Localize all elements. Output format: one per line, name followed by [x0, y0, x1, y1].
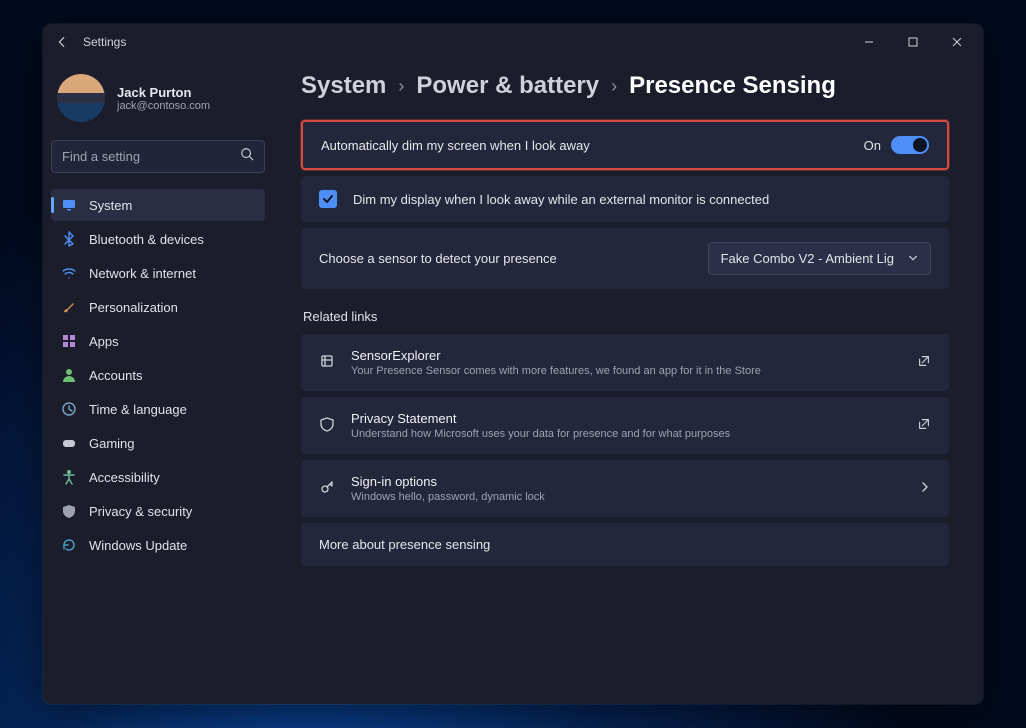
external-monitor-label: Dim my display when I look away while an… [353, 192, 769, 207]
related-link-privacy-statement[interactable]: Privacy Statement Understand how Microsof… [301, 397, 949, 454]
chevron-down-icon [908, 251, 918, 266]
bluetooth-icon [61, 231, 77, 247]
sidebar-item-label: System [89, 198, 132, 213]
external-monitor-card[interactable]: Dim my display when I look away while an… [301, 176, 949, 222]
settings-window: Settings Jack Purton jack@contoso.com [43, 24, 983, 704]
toggle-state-text: On [864, 138, 881, 153]
titlebar: Settings [43, 24, 983, 60]
search-box[interactable] [51, 140, 265, 173]
sidebar-item-accessibility[interactable]: Accessibility [51, 461, 265, 493]
sidebar-item-gaming[interactable]: Gaming [51, 427, 265, 459]
link-lead-icon [319, 416, 335, 435]
sidebar-item-label: Apps [89, 334, 119, 349]
sidebar-item-apps[interactable]: Apps [51, 325, 265, 357]
chevron-right-icon: › [398, 76, 404, 97]
breadcrumb: System › Power & battery › Presence Sens… [301, 72, 949, 100]
search-input[interactable] [62, 149, 240, 164]
avatar [57, 74, 105, 122]
sidebar-item-label: Network & internet [89, 266, 196, 281]
sidebar-item-personalization[interactable]: Personalization [51, 291, 265, 323]
breadcrumb-current: Presence Sensing [629, 72, 836, 100]
profile-block[interactable]: Jack Purton jack@contoso.com [51, 66, 265, 136]
brush-icon [61, 299, 77, 315]
sidebar-item-label: Windows Update [89, 538, 187, 553]
window-controls [847, 27, 979, 57]
apps-icon [61, 333, 77, 349]
chevron-right-icon [919, 481, 931, 496]
sidebar-item-label: Time & language [89, 402, 187, 417]
update-icon [61, 537, 77, 553]
close-button[interactable] [935, 27, 979, 57]
display-icon [61, 197, 77, 213]
profile-name: Jack Purton [117, 85, 210, 100]
sidebar-item-windows-update[interactable]: Windows Update [51, 529, 265, 561]
sidebar-item-label: Accessibility [89, 470, 160, 485]
sensor-select-label: Choose a sensor to detect your presence [319, 251, 557, 266]
accessibility-icon [61, 469, 77, 485]
related-links-title: Related links [303, 309, 949, 324]
auto-dim-card: Automatically dim my screen when I look … [301, 120, 949, 170]
breadcrumb-power[interactable]: Power & battery [416, 72, 599, 100]
link-title: SensorExplorer [351, 348, 901, 363]
shield-icon [61, 503, 77, 519]
sidebar: Jack Purton jack@contoso.com System Bluet… [43, 60, 273, 704]
breadcrumb-system[interactable]: System [301, 72, 386, 100]
sidebar-item-privacy-security[interactable]: Privacy & security [51, 495, 265, 527]
minimize-button[interactable] [847, 27, 891, 57]
more-about-card[interactable]: More about presence sensing [301, 523, 949, 566]
auto-dim-label: Automatically dim my screen when I look … [321, 138, 848, 153]
wifi-icon [61, 265, 77, 281]
open-external-icon [917, 417, 931, 434]
profile-email: jack@contoso.com [117, 100, 210, 112]
link-title: Privacy Statement [351, 411, 901, 426]
link-lead-icon [319, 479, 335, 498]
sidebar-item-accounts[interactable]: Accounts [51, 359, 265, 391]
sidebar-item-network-internet[interactable]: Network & internet [51, 257, 265, 289]
related-link-sign-in-options[interactable]: Sign-in options Windows hello, password, … [301, 460, 949, 517]
related-links-list: SensorExplorer Your Presence Sensor comes… [301, 334, 949, 517]
back-button[interactable] [55, 35, 69, 49]
more-about-label: More about presence sensing [319, 537, 490, 552]
nav-list: System Bluetooth & devices Network & inter… [51, 189, 265, 561]
sensor-select-card: Choose a sensor to detect your presence … [301, 228, 949, 289]
external-monitor-checkbox[interactable] [319, 190, 337, 208]
app-title: Settings [83, 35, 126, 49]
link-lead-icon [319, 353, 335, 372]
chevron-right-icon: › [611, 76, 617, 97]
sidebar-item-label: Gaming [89, 436, 135, 451]
person-icon [61, 367, 77, 383]
link-subtitle: Windows hello, password, dynamic lock [351, 491, 903, 503]
link-title: Sign-in options [351, 474, 903, 489]
sidebar-item-label: Accounts [89, 368, 142, 383]
auto-dim-toggle[interactable] [891, 136, 929, 154]
search-icon [240, 147, 254, 166]
sidebar-item-label: Personalization [89, 300, 178, 315]
link-subtitle: Understand how Microsoft uses your data … [351, 428, 901, 440]
open-external-icon [917, 354, 931, 371]
clock-icon [61, 401, 77, 417]
sidebar-item-bluetooth-devices[interactable]: Bluetooth & devices [51, 223, 265, 255]
maximize-button[interactable] [891, 27, 935, 57]
link-subtitle: Your Presence Sensor comes with more fea… [351, 365, 901, 377]
content-area: System › Power & battery › Presence Sens… [273, 60, 983, 704]
sensor-dropdown-value: Fake Combo V2 - Ambient Lig [721, 251, 894, 266]
sidebar-item-label: Bluetooth & devices [89, 232, 204, 247]
gamepad-icon [61, 435, 77, 451]
related-link-sensorexplorer[interactable]: SensorExplorer Your Presence Sensor comes… [301, 334, 949, 391]
sidebar-item-time-language[interactable]: Time & language [51, 393, 265, 425]
sidebar-item-label: Privacy & security [89, 504, 192, 519]
sensor-dropdown[interactable]: Fake Combo V2 - Ambient Lig [708, 242, 931, 275]
sidebar-item-system[interactable]: System [51, 189, 265, 221]
